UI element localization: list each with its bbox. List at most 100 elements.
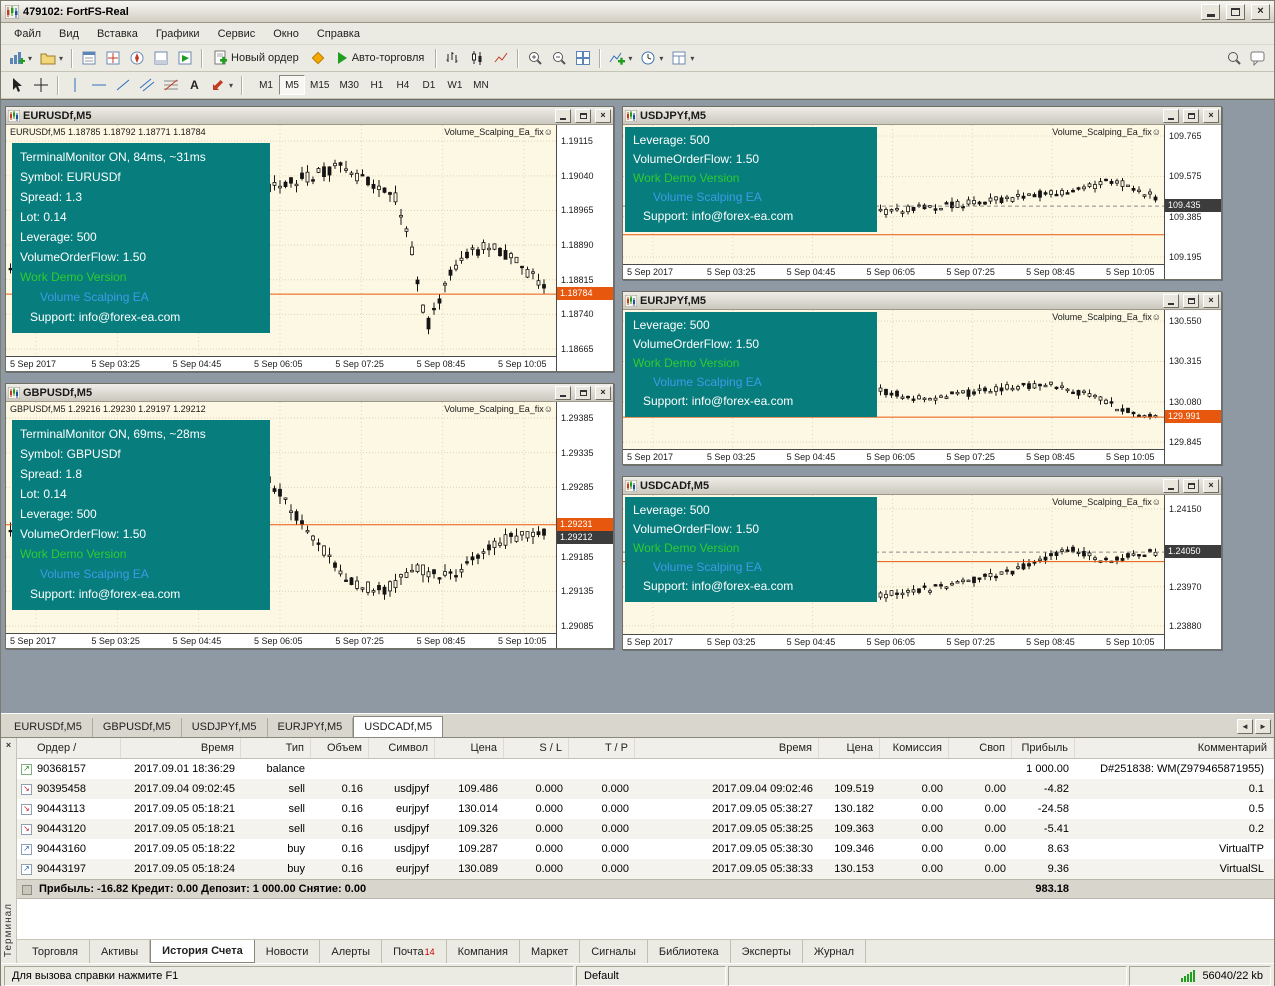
chart-plot-area[interactable]: GBPUSDf,M5 1.29216 1.29230 1.29197 1.292… — [6, 402, 557, 633]
chart-close-button[interactable]: × — [1203, 108, 1219, 123]
terminal-button[interactable] — [149, 47, 173, 70]
fibonacci-tool-button[interactable] — [159, 74, 183, 97]
timeframe-w1[interactable]: W1 — [442, 75, 468, 95]
terminal-tab[interactable]: Активы — [90, 940, 151, 963]
chart-close-button[interactable]: × — [1203, 293, 1219, 308]
scroll-left-button[interactable]: ◄ — [1237, 719, 1253, 734]
timeframe-mn[interactable]: MN — [468, 75, 494, 95]
chart-maximize-button[interactable] — [1183, 108, 1199, 123]
chart-window-titlebar[interactable]: USDJPYf,M5 × — [623, 107, 1221, 125]
chart-maximize-button[interactable] — [575, 108, 591, 123]
timeframe-m5[interactable]: M5 — [279, 75, 306, 95]
templates-button[interactable]: ▾ — [667, 47, 698, 70]
history-column-header[interactable]: Время — [121, 738, 241, 758]
terminal-tab[interactable]: Почта 14 — [382, 940, 447, 963]
terminal-tab[interactable]: Журнал — [803, 940, 867, 963]
horizontal-line-tool-button[interactable] — [87, 74, 111, 97]
terminal-close-button[interactable]: × — [3, 740, 14, 751]
indicators-button[interactable]: ▾ — [605, 47, 636, 70]
chart-plot-area[interactable]: EURJPYf,M5 129.995 130.006 129.982 129.9… — [623, 310, 1165, 449]
chart-maximize-button[interactable] — [1183, 478, 1199, 493]
zoom-in-button[interactable] — [523, 47, 547, 70]
history-row[interactable]: ↘ 90395458 2017.09.04 09:02:45 sell 0.16 usdj… — [17, 779, 1274, 799]
history-column-header[interactable]: Символ — [369, 738, 435, 758]
chart-minimize-button[interactable] — [1163, 108, 1179, 123]
terminal-tab[interactable]: История Счета — [150, 940, 255, 963]
periods-button[interactable]: ▾ — [636, 47, 667, 70]
menu-item[interactable]: Вставка — [88, 25, 147, 43]
chart-tab[interactable]: EURJPYf,M5 — [268, 718, 354, 737]
cursor-tool-button[interactable] — [5, 74, 29, 97]
trendline-tool-button[interactable] — [111, 74, 135, 97]
terminal-tab[interactable]: Маркет — [520, 940, 581, 963]
terminal-tab[interactable]: Библиотека — [648, 940, 731, 963]
chart-plot-area[interactable]: USDJPYf,M5 109.445 109.449 109.433 109.4… — [623, 125, 1165, 264]
chart-window-titlebar[interactable]: USDCADf,M5 × — [623, 477, 1221, 495]
history-column-header[interactable]: Своп — [949, 738, 1012, 758]
menu-item[interactable]: Сервис — [209, 25, 265, 43]
history-column-header[interactable]: S / L — [504, 738, 569, 758]
chart-close-button[interactable]: × — [595, 385, 611, 400]
autotrade-button[interactable]: Авто-торговля — [330, 47, 432, 70]
timeframe-m1[interactable]: M1 — [253, 75, 279, 95]
chart-tab[interactable]: USDJPYf,M5 — [182, 718, 268, 737]
strategy-tester-button[interactable] — [173, 47, 197, 70]
new-chart-button[interactable]: ▾ — [5, 47, 36, 70]
navigator-button[interactable] — [125, 47, 149, 70]
terminal-tab[interactable]: Новости — [255, 940, 321, 963]
minimize-button[interactable] — [1201, 3, 1220, 20]
menu-item[interactable]: Графики — [147, 25, 209, 43]
chart-plot-area[interactable]: EURUSDf,M5 1.18785 1.18792 1.18771 1.187… — [6, 125, 557, 356]
chart-minimize-button[interactable] — [1163, 478, 1179, 493]
terminal-tab[interactable]: Торговля — [21, 940, 90, 963]
timeframe-m15[interactable]: M15 — [305, 75, 334, 95]
chart-maximize-button[interactable] — [575, 385, 591, 400]
status-profile[interactable]: Default — [576, 965, 726, 986]
text-tool-button[interactable]: A — [183, 74, 206, 97]
chart-close-button[interactable]: × — [1203, 478, 1219, 493]
history-column-header[interactable]: Тип — [241, 738, 311, 758]
terminal-tab[interactable]: Сигналы — [580, 940, 648, 963]
history-column-header[interactable]: Цена — [435, 738, 504, 758]
history-row[interactable]: ↘ 90443120 2017.09.05 05:18:21 sell 0.16 usdj… — [17, 819, 1274, 839]
chart-minimize-button[interactable] — [555, 108, 571, 123]
history-column-header[interactable]: Комиссия — [880, 738, 949, 758]
vertical-line-tool-button[interactable] — [63, 74, 87, 97]
history-row[interactable]: ↗ 90368157 2017.09.01 18:36:29 balance 1 000… — [17, 759, 1274, 779]
history-row[interactable]: ↗ 90443197 2017.09.05 05:18:24 buy 0.16 eurjp… — [17, 859, 1274, 879]
data-window-button[interactable] — [101, 47, 125, 70]
history-row[interactable]: ↗ 90443160 2017.09.05 05:18:22 buy 0.16 usdjp… — [17, 839, 1274, 859]
arrows-tool-button[interactable]: ▾ — [206, 74, 237, 97]
chart-tab[interactable]: EURUSDf,M5 — [4, 718, 93, 737]
chart-maximize-button[interactable] — [1183, 293, 1199, 308]
timeframe-h4[interactable]: H4 — [390, 75, 416, 95]
history-column-header[interactable]: Ордер / — [17, 738, 121, 758]
history-column-header[interactable]: Цена — [819, 738, 880, 758]
menu-item[interactable]: Окно — [264, 25, 308, 43]
chart-window-titlebar[interactable]: GBPUSDf,M5 × — [6, 384, 613, 402]
close-button[interactable]: × — [1251, 3, 1270, 20]
maximize-button[interactable] — [1226, 3, 1245, 20]
history-row[interactable]: ↘ 90443113 2017.09.05 05:18:21 sell 0.16 eurj… — [17, 799, 1274, 819]
chart-close-button[interactable]: × — [595, 108, 611, 123]
chart-window-titlebar[interactable]: EURJPYf,M5 × — [623, 292, 1221, 310]
chart-candles-button[interactable] — [465, 47, 489, 70]
terminal-tab[interactable]: Алерты — [320, 940, 383, 963]
history-column-header[interactable]: Прибыль — [1012, 738, 1075, 758]
search-button[interactable] — [1222, 47, 1246, 70]
chart-minimize-button[interactable] — [555, 385, 571, 400]
new-order-button[interactable]: Новый ордер — [207, 47, 306, 70]
history-column-header[interactable]: Комментарий — [1075, 738, 1274, 758]
profiles-button[interactable]: ▾ — [36, 47, 67, 70]
channel-tool-button[interactable] — [135, 74, 159, 97]
zoom-out-button[interactable] — [547, 47, 571, 70]
timeframe-m30[interactable]: M30 — [334, 75, 363, 95]
chart-bars-button[interactable] — [441, 47, 465, 70]
history-column-header[interactable]: Объем — [311, 738, 369, 758]
chart-tab[interactable]: GBPUSDf,M5 — [93, 718, 182, 737]
chart-line-button[interactable] — [489, 47, 513, 70]
history-column-header[interactable]: Время — [635, 738, 819, 758]
menu-item[interactable]: Вид — [50, 25, 88, 43]
menu-item[interactable]: Справка — [308, 25, 369, 43]
metaeditor-button[interactable] — [306, 47, 330, 70]
